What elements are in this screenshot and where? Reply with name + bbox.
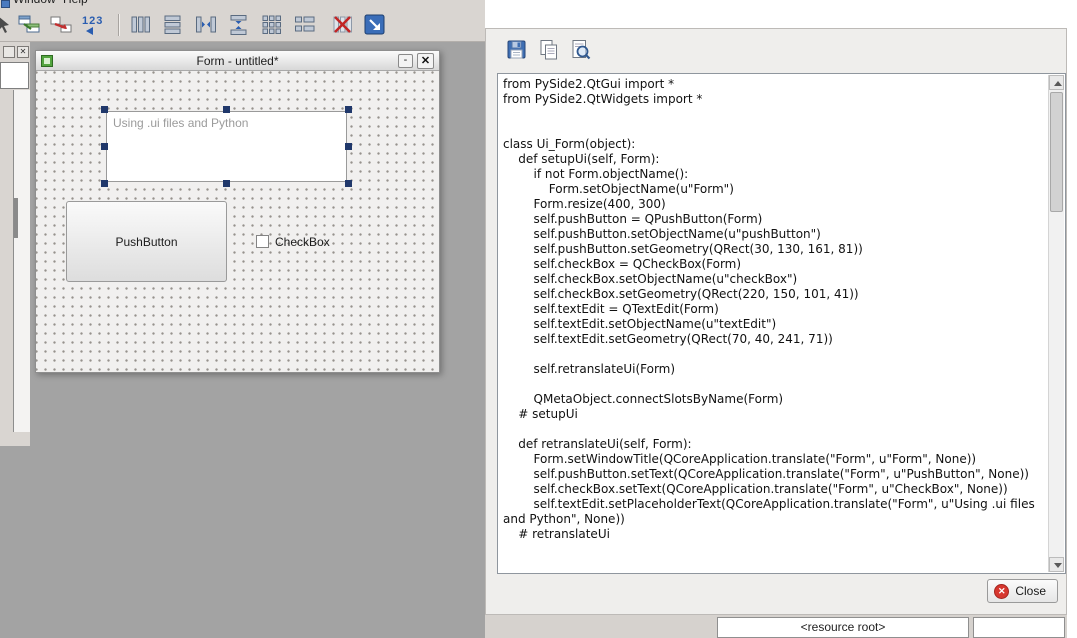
scrollbar-thumb[interactable] xyxy=(1050,92,1063,212)
code-area: from PySide2.QtGui import * from PySide2… xyxy=(497,73,1066,574)
menu-item-help[interactable]: Help xyxy=(63,0,88,6)
close-button-label: Close xyxy=(1015,584,1046,598)
checkbox-label: CheckBox xyxy=(275,235,330,249)
adjust-size-icon[interactable] xyxy=(362,12,388,38)
textedit-box: Using .ui files and Python xyxy=(106,111,347,182)
layout-vertical-icon[interactable] xyxy=(160,12,186,38)
widget-box-dock: ✕ xyxy=(0,42,30,446)
resource-root-item[interactable]: <resource root> xyxy=(717,617,969,638)
selection-handle[interactable] xyxy=(223,106,230,113)
selection-handle[interactable] xyxy=(101,180,108,187)
break-layout-icon[interactable] xyxy=(330,12,356,38)
form-window-icon xyxy=(41,55,53,67)
layout-form-icon[interactable] xyxy=(292,12,318,38)
resource-dock: <resource root> xyxy=(485,615,1067,638)
dialog-close-button[interactable]: ✕ Close xyxy=(987,579,1058,603)
form-close-button[interactable]: ✕ xyxy=(417,53,434,69)
form-window-titlebar[interactable]: Form - untitled* - ✕ xyxy=(36,51,439,71)
checkbox-widget[interactable]: CheckBox xyxy=(256,221,357,262)
selection-handle[interactable] xyxy=(101,143,108,150)
edit-tab-order-icon[interactable]: 123 xyxy=(80,12,106,38)
widget-box-scrollbar[interactable] xyxy=(13,90,30,432)
form-canvas[interactable]: Using .ui files and Python PushButton Ch… xyxy=(36,71,439,372)
save-button[interactable] xyxy=(505,38,529,62)
dock-float-icon[interactable] xyxy=(3,46,15,58)
menu-item-window[interactable]: Window xyxy=(13,0,56,6)
edit-buddies-icon[interactable] xyxy=(48,12,74,38)
toolbar-separator xyxy=(118,14,120,36)
close-icon: ✕ xyxy=(994,584,1009,599)
form-window-title: Form - untitled* xyxy=(36,51,439,71)
resource-root-label: <resource root> xyxy=(801,620,886,634)
scroll-down-arrow[interactable] xyxy=(1049,557,1064,572)
scroll-up-arrow[interactable] xyxy=(1049,75,1064,90)
textedit-placeholder: Using .ui files and Python xyxy=(107,112,346,134)
code-text[interactable]: from PySide2.QtGui import * from PySide2… xyxy=(503,77,1044,570)
layout-horizontal-splitter-icon[interactable] xyxy=(193,12,219,38)
main-toolbar: 123 xyxy=(0,9,485,42)
widget-box-scrollbar-thumb[interactable] xyxy=(14,198,18,238)
edit-signals-slots-icon[interactable] xyxy=(16,12,42,38)
selection-handle[interactable] xyxy=(345,143,352,150)
selection-handle[interactable] xyxy=(345,106,352,113)
layout-vertical-splitter-icon[interactable] xyxy=(226,12,252,38)
layout-horizontal-icon[interactable] xyxy=(128,12,154,38)
dock-close-icon[interactable]: ✕ xyxy=(17,46,29,58)
selection-handle[interactable] xyxy=(223,180,230,187)
code-preview-dialog: from PySide2.QtGui import * from PySide2… xyxy=(485,28,1067,615)
find-button[interactable] xyxy=(569,38,593,62)
resource-side-panel xyxy=(973,617,1065,638)
selection-handle[interactable] xyxy=(345,180,352,187)
app-icon xyxy=(1,0,10,8)
textedit-widget[interactable]: Using .ui files and Python xyxy=(106,111,347,182)
vertical-scrollbar[interactable] xyxy=(1048,75,1064,572)
menu-bar: Window Help xyxy=(0,0,485,9)
form-designer-window: Form - untitled* - ✕ Using .ui files and… xyxy=(35,50,440,373)
form-minimize-button[interactable]: - xyxy=(398,54,413,68)
tab-order-glyph: 123 xyxy=(82,15,103,27)
pushbutton-label: PushButton xyxy=(115,235,177,249)
layout-grid-icon[interactable] xyxy=(259,12,285,38)
pushbutton-widget[interactable]: PushButton xyxy=(66,201,227,282)
checkbox-indicator[interactable] xyxy=(256,235,269,248)
edit-widgets-icon[interactable] xyxy=(0,12,14,38)
widget-filter-input[interactable] xyxy=(0,62,29,89)
selection-handle[interactable] xyxy=(101,106,108,113)
copy-button[interactable] xyxy=(537,38,561,62)
